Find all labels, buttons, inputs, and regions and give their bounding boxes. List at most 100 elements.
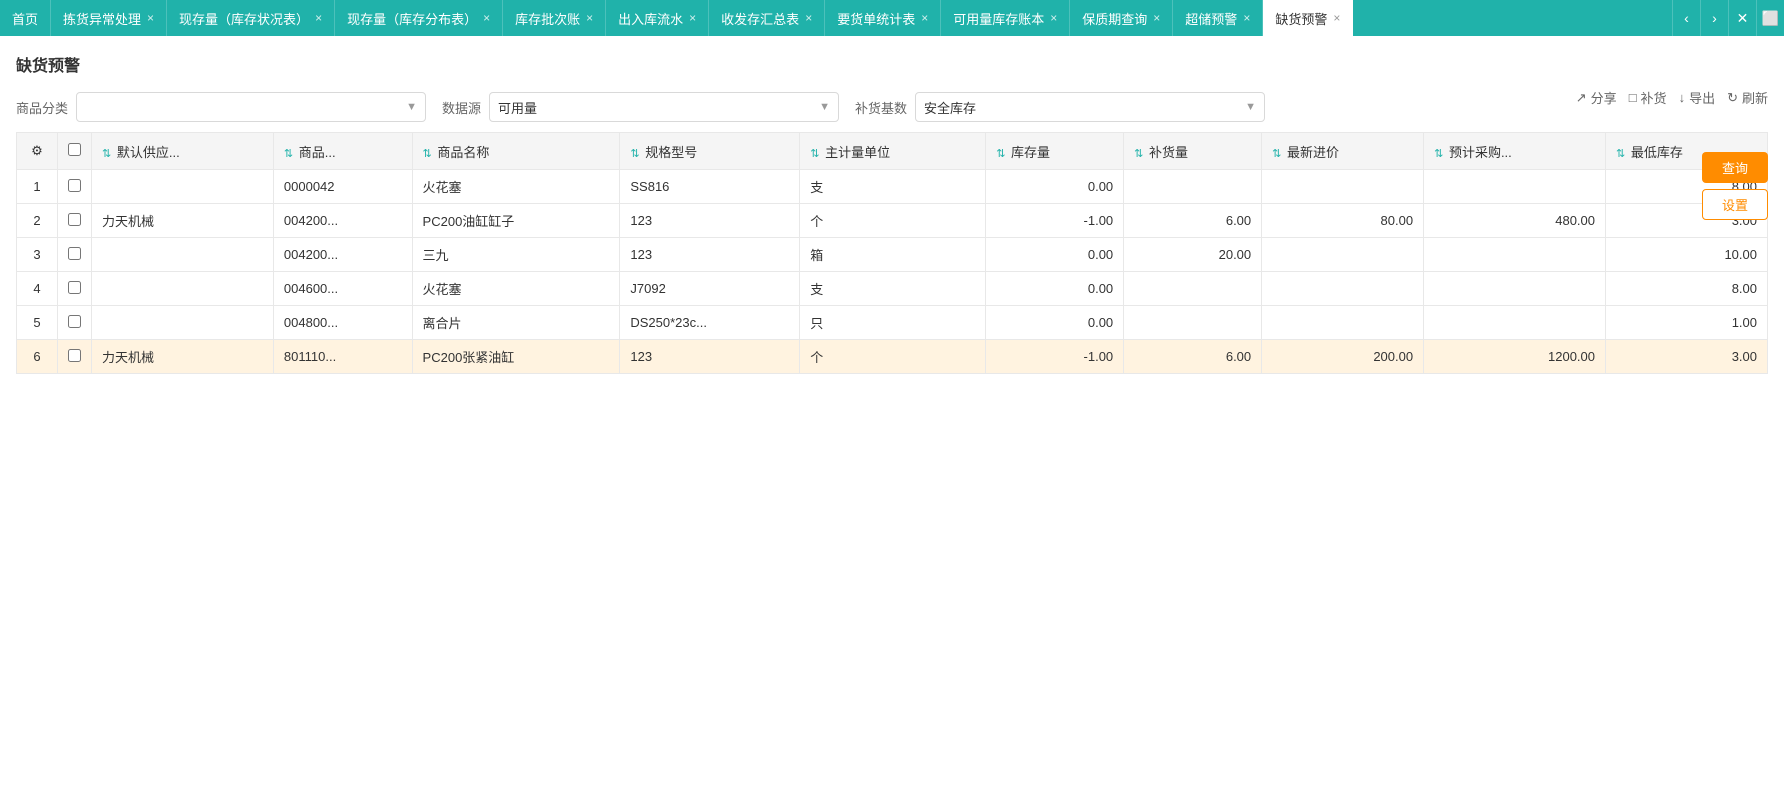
tab-prev-button[interactable]: ‹	[1672, 0, 1700, 36]
cell-no-4: 5	[17, 306, 58, 340]
th-unit[interactable]: ⇅ 主计量单位	[800, 133, 986, 170]
cell-unit-0: 支	[800, 170, 986, 204]
cell-name-3: 火花塞	[412, 272, 620, 306]
tab-close-all-button[interactable]: ✕	[1728, 0, 1756, 36]
tab-nav-buttons: ‹ › ✕ ⬜	[1672, 0, 1784, 36]
cell-price-4	[1262, 306, 1424, 340]
tab-close-5[interactable]: ×	[689, 11, 696, 25]
row-checkbox-5[interactable]	[68, 349, 81, 362]
cell-code-4: 004800...	[273, 306, 412, 340]
tab-available-ledger[interactable]: 可用量库存账本 ×	[941, 0, 1070, 36]
cell-supplier-5: 力天机械	[92, 340, 274, 374]
category-arrow: ▼	[406, 101, 417, 113]
tab-close-2[interactable]: ×	[315, 11, 322, 25]
cell-price-0	[1262, 170, 1424, 204]
tab-batch-account[interactable]: 库存批次账 ×	[503, 0, 606, 36]
cell-price-2	[1262, 238, 1424, 272]
tab-home[interactable]: 首页	[0, 0, 51, 36]
cell-replenish-4	[1124, 306, 1262, 340]
settings-button[interactable]: 设置	[1702, 189, 1768, 220]
replenish-base-select[interactable]: 安全库存 ▼	[915, 92, 1265, 122]
th-latest-price[interactable]: ⇅ 最新进价	[1262, 133, 1424, 170]
cell-supplier-3	[92, 272, 274, 306]
tab-order-stat[interactable]: 要货单统计表 ×	[825, 0, 941, 36]
category-select[interactable]: ▼	[76, 92, 426, 122]
sort-icon-stock: ⇅	[996, 148, 1005, 160]
tab-summary[interactable]: 收发存汇总表 ×	[709, 0, 825, 36]
cell-supplier-1: 力天机械	[92, 204, 274, 238]
tab-close-4[interactable]: ×	[586, 11, 593, 25]
tab-close-6[interactable]: ×	[805, 11, 812, 25]
cell-min-stock-2: 10.00	[1606, 238, 1768, 272]
tab-shortage[interactable]: 缺货预警 ×	[1263, 0, 1353, 36]
query-button[interactable]: 查询	[1702, 152, 1768, 183]
th-spec[interactable]: ⇅ 规格型号	[620, 133, 800, 170]
tab-close-1[interactable]: ×	[147, 11, 154, 25]
cell-supplier-4	[92, 306, 274, 340]
cell-code-5: 801110...	[273, 340, 412, 374]
replenish-icon: □	[1629, 90, 1637, 105]
select-all-checkbox[interactable]	[68, 143, 81, 156]
tab-inventory-dist[interactable]: 现存量（库存分布表） ×	[335, 0, 503, 36]
datasource-value: 可用量	[498, 98, 537, 117]
cell-name-2: 三九	[412, 238, 620, 272]
table-header-row: ⚙ ⇅ 默认供应... ⇅ 商品... ⇅ 商品名称 ⇅	[17, 133, 1768, 170]
cell-unit-2: 箱	[800, 238, 986, 272]
sort-icon-code: ⇅	[284, 148, 293, 160]
tab-next-button[interactable]: ›	[1700, 0, 1728, 36]
cell-check-1	[58, 204, 92, 238]
tab-close-11[interactable]: ×	[1333, 11, 1340, 25]
th-product-code[interactable]: ⇅ 商品...	[273, 133, 412, 170]
table-row: 2 力天机械 004200... PC200油缸缸子 123 个 -1.00 6…	[17, 204, 1768, 238]
table-row: 4 004600... 火花塞 J7092 支 0.00 8.00	[17, 272, 1768, 306]
tab-pick-exception[interactable]: 拣货异常处理 ×	[51, 0, 167, 36]
export-button[interactable]: ↓ 导出	[1679, 88, 1716, 107]
th-estimated-purchase[interactable]: ⇅ 预计采购...	[1424, 133, 1606, 170]
tab-close-9[interactable]: ×	[1153, 11, 1160, 25]
th-supplier[interactable]: ⇅ 默认供应...	[92, 133, 274, 170]
tab-expiry[interactable]: 保质期查询 ×	[1070, 0, 1173, 36]
th-product-name[interactable]: ⇅ 商品名称	[412, 133, 620, 170]
th-checkbox	[58, 133, 92, 170]
refresh-icon: ↻	[1727, 90, 1738, 106]
page-title: 缺货预警	[16, 52, 1768, 76]
cell-spec-0: SS816	[620, 170, 800, 204]
sort-icon-unit: ⇅	[810, 148, 819, 160]
th-stock[interactable]: ⇅ 库存量	[986, 133, 1124, 170]
cell-spec-2: 123	[620, 238, 800, 272]
category-label: 商品分类	[16, 98, 68, 117]
cell-check-5	[58, 340, 92, 374]
action-buttons: 查询 设置	[1702, 152, 1768, 220]
cell-no-1: 2	[17, 204, 58, 238]
cell-unit-4: 只	[800, 306, 986, 340]
tab-flow[interactable]: 出入库流水 ×	[606, 0, 709, 36]
row-checkbox-3[interactable]	[68, 281, 81, 294]
tab-close-10[interactable]: ×	[1243, 11, 1250, 25]
replenish-base-filter-group: 补货基数 安全库存 ▼	[855, 92, 1265, 122]
tab-close-8[interactable]: ×	[1050, 11, 1057, 25]
gear-icon[interactable]: ⚙	[27, 141, 47, 161]
cell-no-5: 6	[17, 340, 58, 374]
row-checkbox-1[interactable]	[68, 213, 81, 226]
tab-expand-button[interactable]: ⬜	[1756, 0, 1784, 36]
sort-icon-price: ⇅	[1272, 148, 1281, 160]
tab-overstock[interactable]: 超储预警 ×	[1173, 0, 1263, 36]
tab-close-3[interactable]: ×	[483, 11, 490, 25]
cell-name-0: 火花塞	[412, 170, 620, 204]
th-replenish[interactable]: ⇅ 补货量	[1124, 133, 1262, 170]
tab-inventory-status[interactable]: 现存量（库存状况表） ×	[167, 0, 335, 36]
sort-icon-estimate: ⇅	[1434, 148, 1443, 160]
refresh-button[interactable]: ↻ 刷新	[1727, 88, 1768, 107]
share-button[interactable]: ↗ 分享	[1576, 88, 1617, 107]
row-checkbox-0[interactable]	[68, 179, 81, 192]
cell-min-stock-4: 1.00	[1606, 306, 1768, 340]
tab-close-7[interactable]: ×	[921, 11, 928, 25]
row-checkbox-2[interactable]	[68, 247, 81, 260]
cell-replenish-3	[1124, 272, 1262, 306]
cell-spec-3: J7092	[620, 272, 800, 306]
sort-icon-spec: ⇅	[630, 148, 639, 160]
replenish-button[interactable]: □ 补货	[1629, 88, 1667, 107]
cell-supplier-2	[92, 238, 274, 272]
row-checkbox-4[interactable]	[68, 315, 81, 328]
datasource-select[interactable]: 可用量 ▼	[489, 92, 839, 122]
